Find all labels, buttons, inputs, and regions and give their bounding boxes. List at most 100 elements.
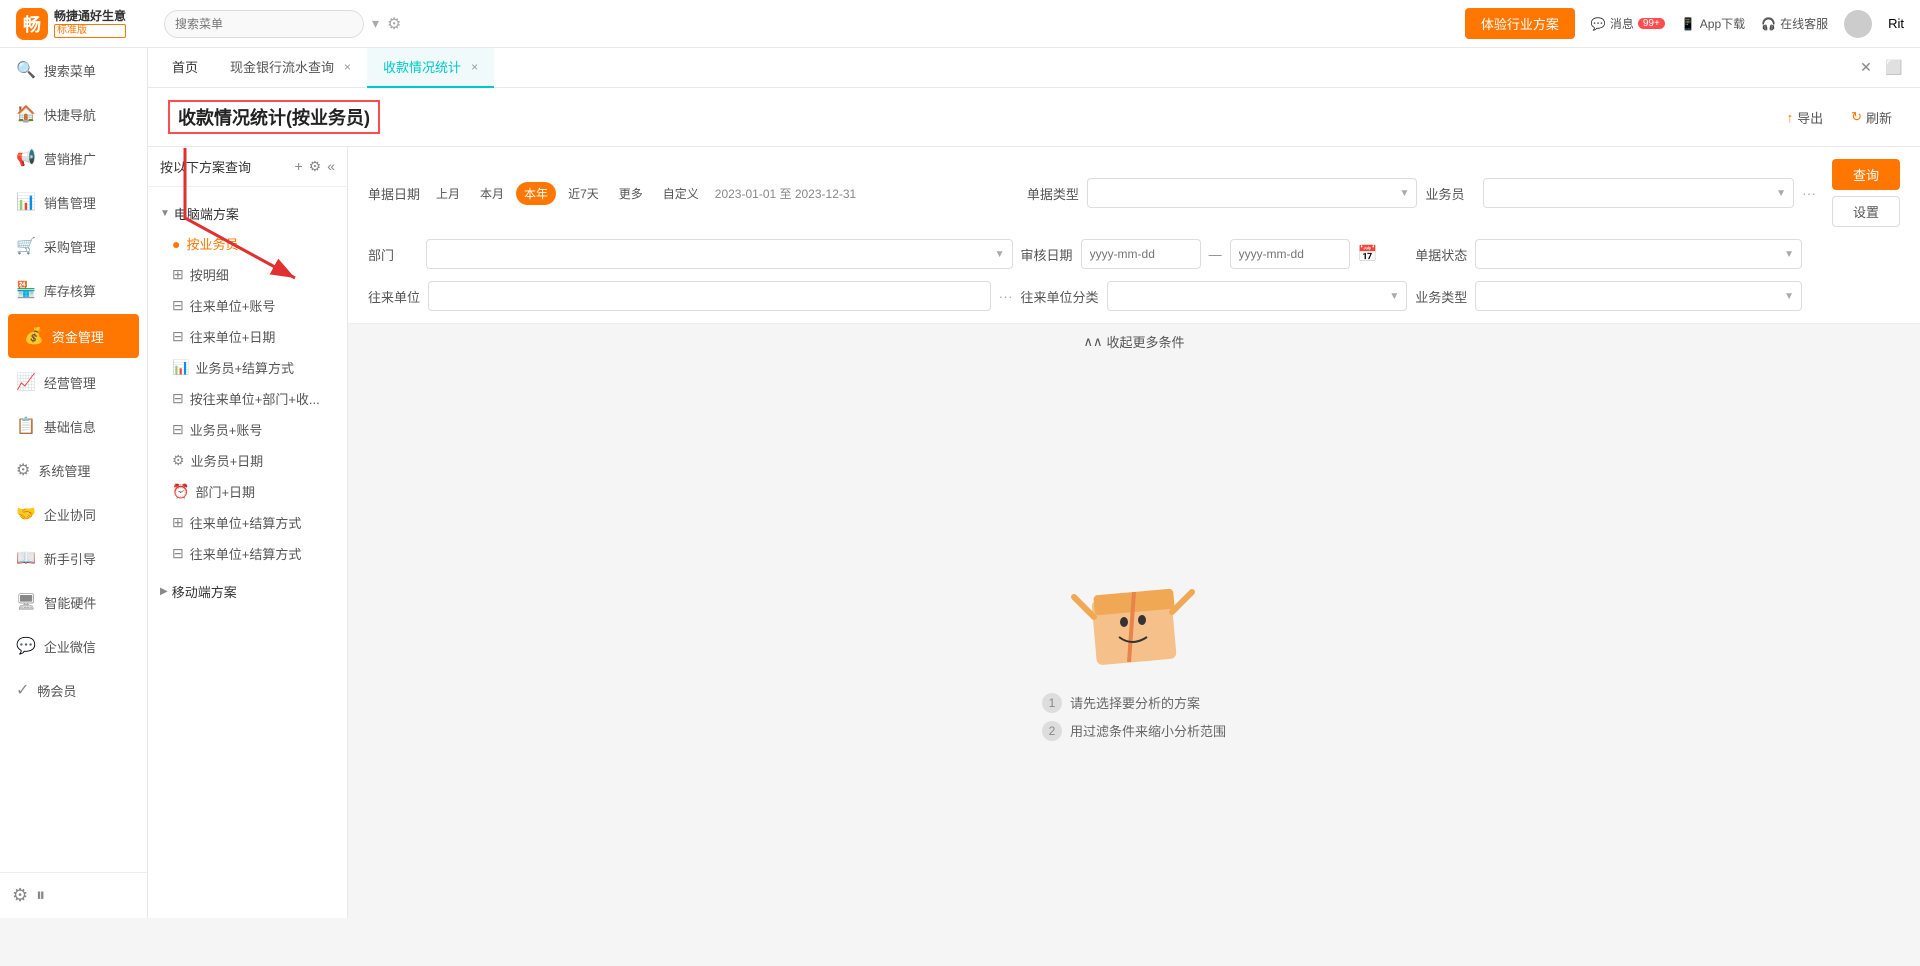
scheme-add-icon[interactable]: + bbox=[294, 158, 302, 175]
counterparty-select[interactable] bbox=[428, 281, 991, 311]
cp-category-select[interactable] bbox=[1107, 281, 1408, 311]
online-service-action[interactable]: 🎧 在线客服 bbox=[1761, 15, 1828, 32]
tab-collection[interactable]: 收款情况统计 × bbox=[367, 48, 494, 88]
date-tab-this-month[interactable]: 本月 bbox=[472, 182, 512, 205]
salesperson-label: 业务员 bbox=[1425, 184, 1475, 203]
edition-badge: 标准版 bbox=[54, 24, 126, 38]
collapse-chevron-icon: ∧∧ bbox=[1083, 334, 1102, 350]
biz-type-select[interactable] bbox=[1475, 281, 1802, 311]
sidebar-item-search[interactable]: 🔍 搜索菜单 bbox=[0, 48, 147, 92]
tab-collection-close[interactable]: × bbox=[471, 60, 478, 74]
sidebar-item-quicknav[interactable]: 🏠 快捷导航 bbox=[0, 92, 147, 136]
export-button[interactable]: ↑ 导出 bbox=[1779, 104, 1832, 131]
settings-icon[interactable]: ⚙ bbox=[387, 14, 401, 34]
tab-bank[interactable]: 现金银行流水查询 × bbox=[214, 48, 367, 88]
empty-state: 1 请先选择要分析的方案 2 用过滤条件来缩小分析范围 bbox=[348, 359, 1920, 918]
salesperson-select[interactable] bbox=[1483, 178, 1794, 208]
search-input[interactable] bbox=[164, 10, 364, 38]
scheme-item-4[interactable]: 📊 业务员+结算方式 bbox=[148, 352, 347, 383]
date-tabs: 上月 本月 本年 近7天 更多 自定义 2023-01-01 至 2023-12… bbox=[428, 182, 856, 205]
salesperson-more-icon[interactable]: ··· bbox=[1802, 185, 1816, 201]
sidebar-label-member: 畅会员 bbox=[37, 681, 76, 700]
window-maximize-btn[interactable]: ⬜ bbox=[1884, 58, 1904, 78]
tab-bar: 首页 现金银行流水查询 × 收款情况统计 × ✕ ⬜ bbox=[148, 48, 1920, 88]
condition-row-3: 往来单位 ··· 往来单位分类 ▼ bbox=[368, 281, 1900, 311]
date-tab-this-year[interactable]: 本年 bbox=[516, 182, 556, 205]
condition-group-salesperson: 业务员 ▼ ··· bbox=[1425, 178, 1816, 208]
scheme-item-label-4: 业务员+结算方式 bbox=[195, 358, 294, 377]
date-tab-last-month[interactable]: 上月 bbox=[428, 182, 468, 205]
audit-date-from-input[interactable] bbox=[1081, 239, 1201, 269]
scheme-item-7[interactable]: ⚙ 业务员+日期 bbox=[148, 445, 347, 476]
sidebar-item-warehouse[interactable]: 🏪 库存核算 bbox=[0, 268, 147, 312]
scheme-item-9[interactable]: ⊞ 往来单位+结算方式 bbox=[148, 507, 347, 538]
sidebar-item-finance[interactable]: 💰 资金管理 bbox=[8, 314, 139, 358]
scheme-item-icon-2: ⊟ bbox=[172, 297, 184, 314]
content-area: 首页 现金银行流水查询 × 收款情况统计 × ✕ ⬜ 收款情况统计(按业务员) … bbox=[148, 48, 1920, 918]
sidebar-item-base[interactable]: 📋 基础信息 bbox=[0, 404, 147, 448]
sidebar-item-member[interactable]: ✓ 畅会员 bbox=[0, 668, 147, 712]
sidebar-item-guide[interactable]: 📖 新手引导 bbox=[0, 536, 147, 580]
collapse-sidebar-icon[interactable]: ⏸ bbox=[36, 885, 45, 906]
collapse-conditions-bar[interactable]: ∧∧ 收起更多条件 bbox=[348, 323, 1920, 359]
scheme-actions: + ⚙ « bbox=[294, 158, 335, 175]
scheme-item-label-3: 往来单位+日期 bbox=[190, 327, 276, 346]
sidebar-item-hardware[interactable]: 🖥 智能硬件 bbox=[0, 580, 147, 624]
vstatus-select[interactable] bbox=[1475, 239, 1802, 269]
scheme-item-1[interactable]: ⊞ 按明细 bbox=[148, 259, 347, 290]
enterprise-icon: 🤝 bbox=[16, 504, 36, 524]
messages-badge: 99+ bbox=[1638, 18, 1665, 29]
user-avatar[interactable] bbox=[1844, 10, 1872, 38]
query-button[interactable]: 查询 bbox=[1832, 159, 1900, 190]
phone-icon: 📱 bbox=[1681, 17, 1696, 31]
condition-group-cp-category: 往来单位分类 ▼ bbox=[1021, 281, 1408, 311]
audit-date-to-input[interactable] bbox=[1230, 239, 1350, 269]
scheme-item-icon-5: ⊟ bbox=[172, 390, 184, 407]
counterparty-more-icon[interactable]: ··· bbox=[999, 288, 1013, 304]
scheme-collapse-icon[interactable]: « bbox=[327, 158, 335, 175]
hardware-icon: 🖥 bbox=[16, 592, 36, 612]
vtype-select[interactable] bbox=[1087, 178, 1418, 208]
sidebar-item-purchase[interactable]: 🛒 采购管理 bbox=[0, 224, 147, 268]
app-download-label: App下载 bbox=[1700, 15, 1745, 32]
refresh-icon: ↻ bbox=[1851, 109, 1862, 125]
online-service-label: 在线客服 bbox=[1780, 15, 1828, 32]
scheme-settings-icon[interactable]: ⚙ bbox=[309, 158, 322, 175]
mobile-triangle-icon: ▶ bbox=[160, 586, 168, 597]
date-tab-more[interactable]: 更多 bbox=[611, 182, 651, 205]
empty-svg bbox=[1064, 537, 1204, 677]
audit-date-calendar-icon[interactable]: 📅 bbox=[1358, 244, 1378, 264]
scheme-item-0[interactable]: ● 按业务员 bbox=[148, 228, 347, 259]
date-tab-7days[interactable]: 近7天 bbox=[560, 182, 607, 205]
settings-button[interactable]: 设置 bbox=[1832, 196, 1900, 227]
empty-illustration bbox=[1064, 537, 1204, 677]
scheme-item-2[interactable]: ⊟ 往来单位+账号 bbox=[148, 290, 347, 321]
collapse-button[interactable]: ∧∧ 收起更多条件 bbox=[1083, 332, 1184, 351]
scheme-item-8[interactable]: ⏰ 部门+日期 bbox=[148, 476, 347, 507]
scheme-item-10[interactable]: ⊟ 往来单位+结算方式 bbox=[148, 538, 347, 569]
app-download-action[interactable]: 📱 App下载 bbox=[1681, 15, 1745, 32]
dropdown-arrow[interactable]: ▾ bbox=[372, 15, 379, 32]
sidebar-item-enterprise[interactable]: 🤝 企业协同 bbox=[0, 492, 147, 536]
scheme-list: ▼ 电脑端方案 ● 按业务员 ⊞ 按明细 ⊟ 往 bbox=[148, 187, 347, 918]
dept-select[interactable] bbox=[426, 239, 1013, 269]
scheme-item-6[interactable]: ⊟ 业务员+账号 bbox=[148, 414, 347, 445]
sidebar-item-sales[interactable]: 📊 销售管理 bbox=[0, 180, 147, 224]
tab-home[interactable]: 首页 bbox=[156, 48, 214, 88]
messages-action[interactable]: 💬 消息 99+ bbox=[1591, 15, 1665, 32]
scheme-group-mobile-header[interactable]: ▶ 移动端方案 bbox=[148, 577, 347, 606]
sidebar-item-marketing[interactable]: 📢 营销推广 bbox=[0, 136, 147, 180]
scheme-item-icon-9: ⊞ bbox=[172, 514, 184, 531]
window-close-btn[interactable]: ✕ bbox=[1856, 58, 1876, 78]
tab-bank-close[interactable]: × bbox=[344, 60, 351, 74]
sidebar-item-operations[interactable]: 📈 经营管理 bbox=[0, 360, 147, 404]
trial-button[interactable]: 体验行业方案 bbox=[1465, 8, 1575, 39]
scheme-group-desktop-header[interactable]: ▼ 电脑端方案 bbox=[148, 199, 347, 228]
date-tab-custom[interactable]: 自定义 bbox=[655, 182, 707, 205]
scheme-item-3[interactable]: ⊟ 往来单位+日期 bbox=[148, 321, 347, 352]
scheme-item-5[interactable]: ⊟ 按往来单位+部门+收... bbox=[148, 383, 347, 414]
sidebar-item-wechat[interactable]: 💬 企业微信 bbox=[0, 624, 147, 668]
settings-bottom-icon[interactable]: ⚙ bbox=[12, 885, 28, 906]
sidebar-item-system[interactable]: ⚙ 系统管理 bbox=[0, 448, 147, 492]
refresh-button[interactable]: ↻ 刷新 bbox=[1843, 104, 1900, 131]
